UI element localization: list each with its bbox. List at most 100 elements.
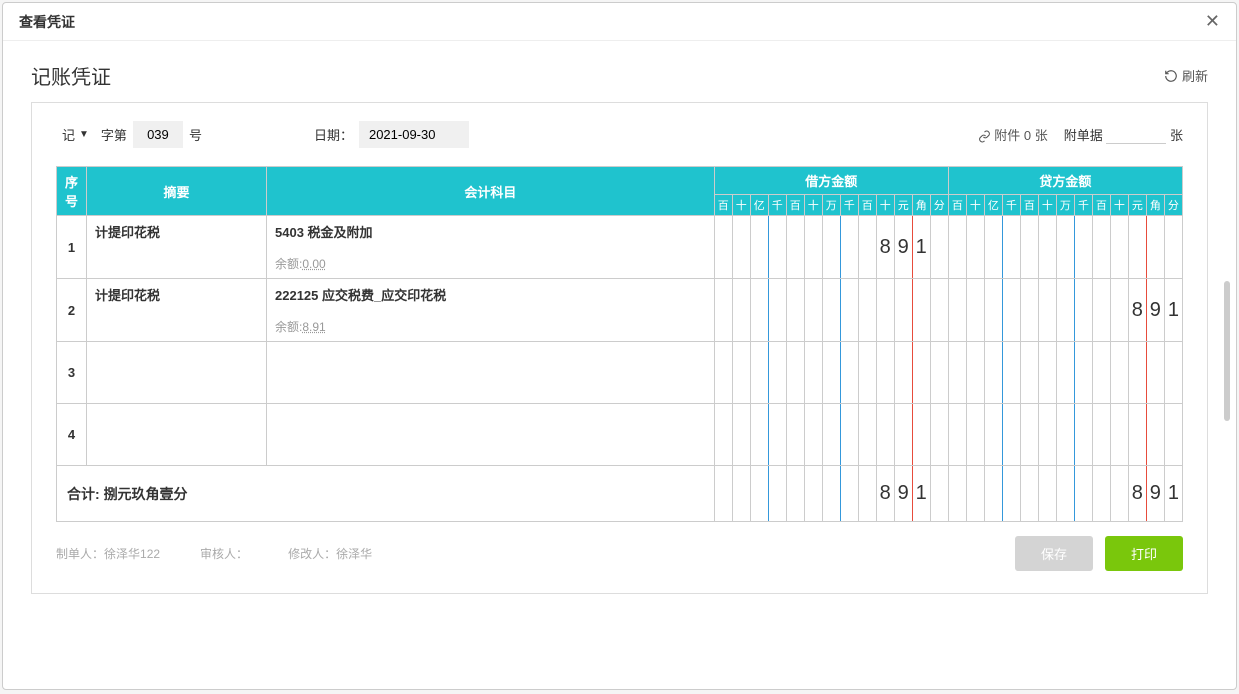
credit-digit[interactable] <box>1164 342 1182 404</box>
debit-digit[interactable] <box>930 216 948 279</box>
attachment-link[interactable]: 附件 0 张 <box>978 125 1048 144</box>
credit-digit[interactable] <box>1128 342 1146 404</box>
debit-digit[interactable] <box>804 216 822 279</box>
debit-digit[interactable] <box>768 216 786 279</box>
debit-digit[interactable] <box>750 216 768 279</box>
credit-digit[interactable] <box>1146 404 1164 466</box>
debit-digit[interactable] <box>894 279 912 342</box>
debit-digit[interactable] <box>732 216 750 279</box>
close-icon[interactable]: ✕ <box>1205 11 1220 32</box>
debit-digit[interactable] <box>840 216 858 279</box>
credit-digit[interactable] <box>1056 342 1074 404</box>
credit-digit[interactable] <box>948 279 966 342</box>
debit-digit[interactable] <box>876 279 894 342</box>
credit-digit[interactable] <box>1002 342 1020 404</box>
credit-digit[interactable] <box>1110 404 1128 466</box>
credit-digit[interactable] <box>984 342 1002 404</box>
credit-digit[interactable] <box>1002 279 1020 342</box>
credit-digit[interactable] <box>1092 404 1110 466</box>
debit-digit[interactable] <box>750 404 768 466</box>
debit-digit[interactable] <box>786 216 804 279</box>
debit-digit[interactable] <box>840 279 858 342</box>
date-input[interactable] <box>359 121 469 148</box>
debit-digit[interactable] <box>930 404 948 466</box>
debit-digit[interactable] <box>732 342 750 404</box>
credit-digit[interactable]: 9 <box>1146 279 1164 342</box>
credit-digit[interactable] <box>1074 279 1092 342</box>
debit-digit[interactable] <box>840 404 858 466</box>
row-account[interactable] <box>267 342 715 404</box>
debit-digit[interactable] <box>840 342 858 404</box>
debit-digit[interactable]: 8 <box>876 216 894 279</box>
debit-digit[interactable] <box>858 404 876 466</box>
debit-digit[interactable] <box>786 279 804 342</box>
credit-digit[interactable]: 8 <box>1128 279 1146 342</box>
debit-digit[interactable] <box>714 342 732 404</box>
credit-digit[interactable] <box>984 216 1002 279</box>
debit-digit[interactable] <box>858 279 876 342</box>
credit-digit[interactable] <box>984 279 1002 342</box>
credit-digit[interactable] <box>1020 216 1038 279</box>
table-row[interactable]: 3 <box>57 342 1183 404</box>
debit-digit[interactable] <box>750 342 768 404</box>
debit-digit[interactable]: 1 <box>912 216 930 279</box>
debit-digit[interactable] <box>912 342 930 404</box>
credit-digit[interactable] <box>1092 279 1110 342</box>
debit-digit[interactable] <box>732 279 750 342</box>
credit-digit[interactable] <box>948 216 966 279</box>
debit-digit[interactable] <box>822 342 840 404</box>
credit-digit[interactable] <box>1128 216 1146 279</box>
credit-digit[interactable] <box>1074 404 1092 466</box>
row-account[interactable] <box>267 404 715 466</box>
voucher-number-input[interactable] <box>133 121 183 148</box>
credit-digit[interactable] <box>1146 216 1164 279</box>
credit-digit[interactable] <box>966 342 984 404</box>
credit-digit[interactable] <box>966 216 984 279</box>
credit-digit[interactable] <box>1056 216 1074 279</box>
credit-digit[interactable]: 1 <box>1164 279 1182 342</box>
debit-digit[interactable] <box>714 404 732 466</box>
credit-digit[interactable] <box>1038 216 1056 279</box>
debit-digit[interactable] <box>732 404 750 466</box>
debit-digit[interactable] <box>876 342 894 404</box>
row-summary[interactable] <box>87 342 267 404</box>
refresh-button[interactable]: 刷新 <box>1164 66 1208 85</box>
debit-digit[interactable] <box>804 342 822 404</box>
debit-digit[interactable] <box>894 342 912 404</box>
credit-digit[interactable] <box>1038 342 1056 404</box>
credit-digit[interactable] <box>1038 279 1056 342</box>
credit-digit[interactable] <box>1092 342 1110 404</box>
debit-digit[interactable] <box>822 404 840 466</box>
debit-digit[interactable] <box>912 404 930 466</box>
debit-digit[interactable]: 9 <box>894 216 912 279</box>
credit-digit[interactable] <box>984 404 1002 466</box>
debit-digit[interactable] <box>930 279 948 342</box>
row-summary[interactable]: 计提印花税 <box>87 216 267 279</box>
debit-digit[interactable] <box>786 404 804 466</box>
credit-digit[interactable] <box>1020 342 1038 404</box>
credit-digit[interactable] <box>1038 404 1056 466</box>
credit-digit[interactable] <box>1164 404 1182 466</box>
row-summary[interactable] <box>87 404 267 466</box>
credit-digit[interactable] <box>1002 216 1020 279</box>
debit-digit[interactable] <box>822 216 840 279</box>
credit-digit[interactable] <box>966 404 984 466</box>
table-row[interactable]: 2计提印花税222125 应交税费_应交印花税余额:8.91891 <box>57 279 1183 342</box>
credit-digit[interactable] <box>1074 216 1092 279</box>
scrollbar-thumb[interactable] <box>1224 281 1230 421</box>
credit-digit[interactable] <box>1164 216 1182 279</box>
debit-digit[interactable] <box>714 216 732 279</box>
credit-digit[interactable] <box>966 279 984 342</box>
attach-bill-input[interactable] <box>1106 128 1166 144</box>
table-row[interactable]: 1计提印花税5403 税金及附加余额:0.00891 <box>57 216 1183 279</box>
debit-digit[interactable] <box>930 342 948 404</box>
credit-digit[interactable] <box>1056 279 1074 342</box>
row-account[interactable]: 222125 应交税费_应交印花税余额:8.91 <box>267 279 715 342</box>
credit-digit[interactable] <box>1110 216 1128 279</box>
credit-digit[interactable] <box>1110 342 1128 404</box>
credit-digit[interactable] <box>1092 216 1110 279</box>
debit-digit[interactable] <box>768 404 786 466</box>
save-button[interactable]: 保存 <box>1015 536 1093 571</box>
debit-digit[interactable] <box>786 342 804 404</box>
debit-digit[interactable] <box>858 216 876 279</box>
